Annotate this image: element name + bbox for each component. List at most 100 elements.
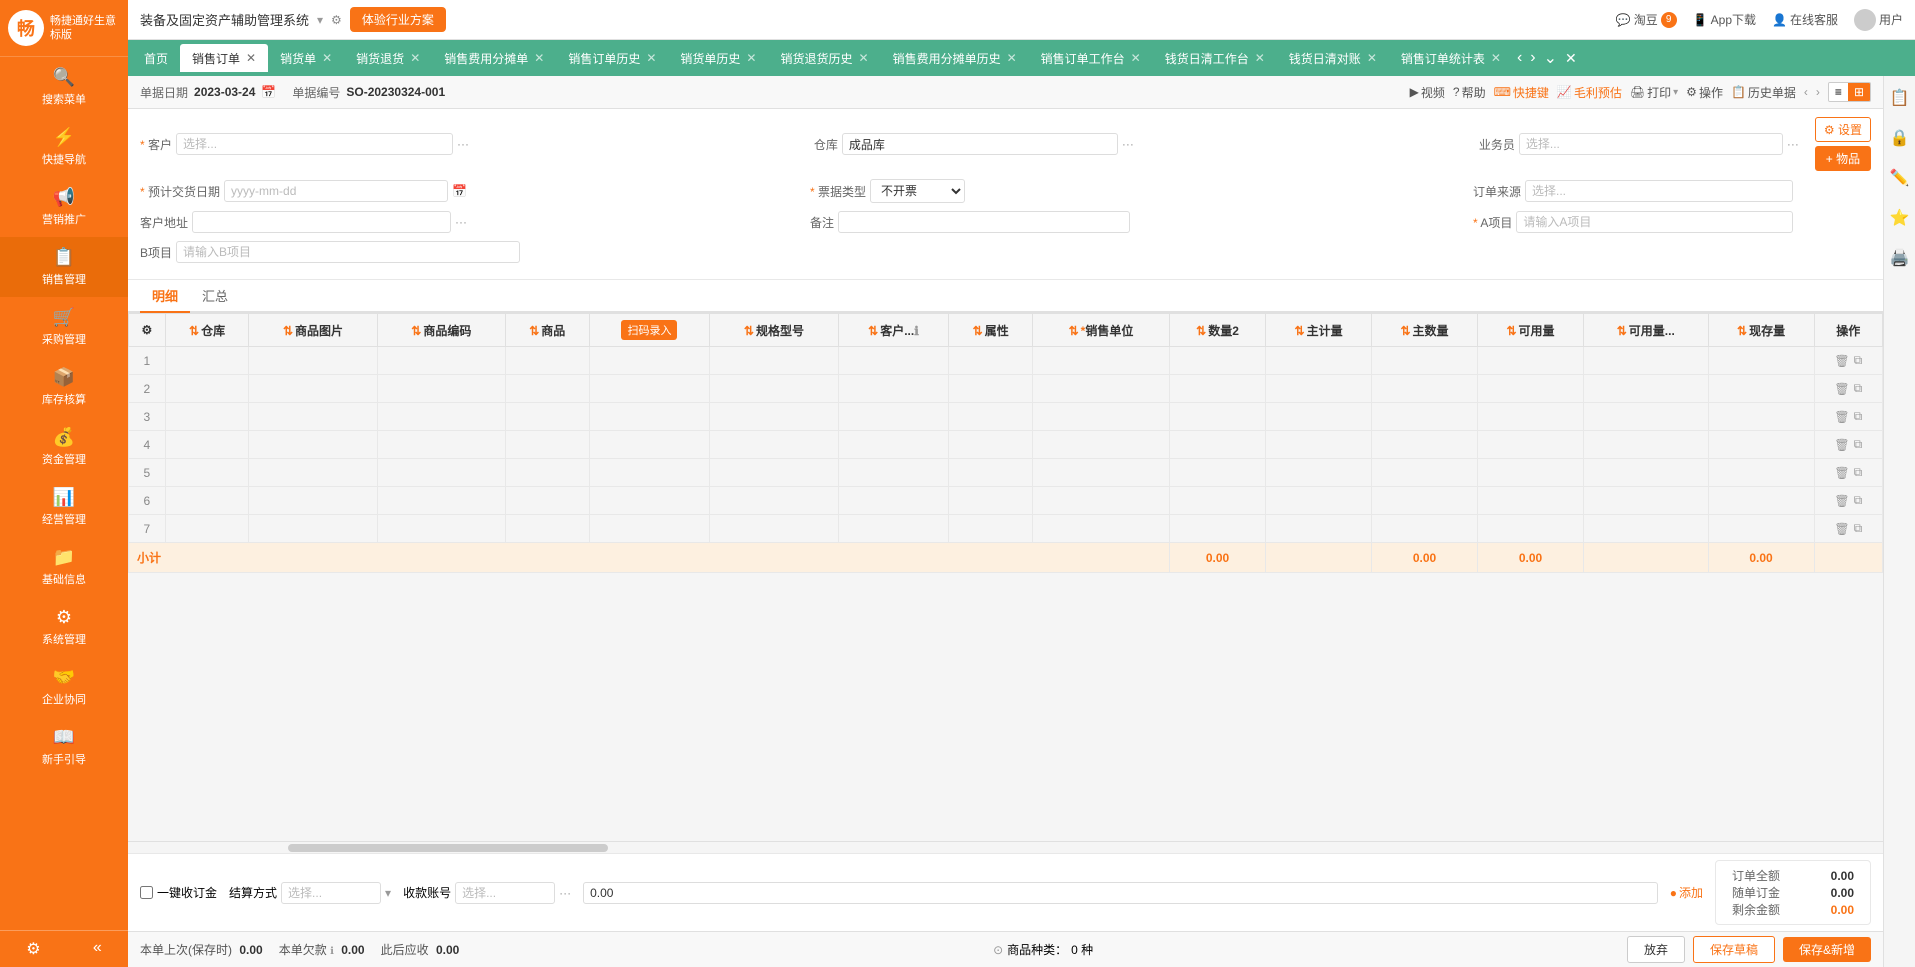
row-product-code[interactable]	[377, 347, 505, 375]
user-btn[interactable]: 用户	[1854, 9, 1903, 31]
discard-button[interactable]: 放弃	[1627, 936, 1685, 963]
tab-close-icon[interactable]: ✕	[746, 51, 756, 65]
row-action[interactable]: 🗑 ⧉	[1814, 347, 1882, 375]
debt-info-icon[interactable]: ℹ	[330, 946, 334, 957]
th-main-unit[interactable]: ⇅主计量	[1266, 314, 1372, 347]
date-picker-icon[interactable]: 📅	[452, 184, 467, 198]
row-product-code[interactable]	[377, 515, 505, 543]
delete-row-icon[interactable]: 🗑	[1834, 354, 1849, 368]
copy-row-icon[interactable]: ⧉	[1854, 437, 1863, 452]
sidebar-collapse-icon[interactable]: «	[93, 939, 102, 959]
row-unit[interactable]	[1033, 515, 1170, 543]
row-available2[interactable]	[1584, 431, 1709, 459]
goods-button[interactable]: + 物品	[1815, 146, 1871, 171]
row-qty2[interactable]	[1169, 459, 1265, 487]
row-scan[interactable]	[589, 431, 710, 459]
row-stock[interactable]	[1708, 347, 1814, 375]
row-qty2[interactable]	[1169, 347, 1265, 375]
tab-close-icon[interactable]: ✕	[1491, 51, 1501, 65]
tab-cash-daily[interactable]: 钱货日清工作台 ✕	[1153, 44, 1277, 72]
row-available[interactable]	[1478, 487, 1584, 515]
tab-sales-fee[interactable]: 销售费用分摊单 ✕	[432, 44, 556, 72]
receipt-amount-input[interactable]	[583, 882, 1658, 904]
tab-nav-next[interactable]: ›	[1526, 49, 1539, 67]
row-main-qty[interactable]	[1372, 431, 1478, 459]
delete-row-icon[interactable]: 🗑	[1834, 494, 1849, 508]
row-unit[interactable]	[1033, 347, 1170, 375]
tab-sales-history[interactable]: 销售订单历史 ✕	[556, 44, 668, 72]
row-main-qty[interactable]	[1372, 375, 1478, 403]
profit-btn[interactable]: 📈 毛利预估	[1557, 84, 1622, 101]
delete-row-icon[interactable]: 🗑	[1834, 466, 1849, 480]
th-main-qty[interactable]: ⇅主数量	[1372, 314, 1478, 347]
customer-input[interactable]	[176, 133, 453, 155]
warehouse-more-icon[interactable]: ···	[1122, 137, 1134, 151]
save-new-button[interactable]: 保存&新增	[1783, 937, 1871, 962]
row-attributes[interactable]	[949, 375, 1033, 403]
row-action[interactable]: 🗑 ⧉	[1814, 431, 1882, 459]
tab-close-icon[interactable]: ✕	[322, 51, 332, 65]
th-product-code[interactable]: ⇅商品编码	[377, 314, 505, 347]
row-unit[interactable]	[1033, 375, 1170, 403]
row-main-unit[interactable]	[1266, 431, 1372, 459]
row-spec[interactable]	[710, 431, 838, 459]
row-available2[interactable]	[1584, 403, 1709, 431]
row-main-unit[interactable]	[1266, 347, 1372, 375]
row-spec[interactable]	[710, 515, 838, 543]
help-btn[interactable]: ? 帮助	[1453, 84, 1486, 101]
row-product[interactable]	[505, 375, 589, 403]
row-warehouse[interactable]	[165, 431, 249, 459]
tab-close-all-icon[interactable]: ✕	[1561, 50, 1581, 67]
salesperson-more-icon[interactable]: ···	[1787, 137, 1799, 151]
sidebar-item-search[interactable]: 🔍 搜索菜单	[0, 57, 128, 117]
scroll-indicator[interactable]	[128, 841, 1883, 853]
history-btn[interactable]: 📋 历史单据	[1731, 84, 1796, 101]
tab-nav-expand[interactable]: ⌄	[1540, 48, 1561, 68]
copy-row-icon[interactable]: ⧉	[1854, 521, 1863, 536]
row-stock[interactable]	[1708, 431, 1814, 459]
row-image[interactable]	[249, 375, 377, 403]
customer-address-input[interactable]	[192, 211, 451, 233]
row-product[interactable]	[505, 347, 589, 375]
online-service-btn[interactable]: 👤 在线客服	[1772, 11, 1838, 28]
sidebar-item-marketing[interactable]: 📢 营销推广	[0, 177, 128, 237]
sidebar-item-finance[interactable]: 💰 资金管理	[0, 417, 128, 477]
delete-row-icon[interactable]: 🗑	[1834, 438, 1849, 452]
row-qty2[interactable]	[1169, 375, 1265, 403]
sidebar-item-operations[interactable]: 📊 经营管理	[0, 477, 128, 537]
tab-close-icon[interactable]: ✕	[1007, 51, 1017, 65]
row-unit[interactable]	[1033, 431, 1170, 459]
row-customer-code[interactable]	[838, 347, 949, 375]
remark-input[interactable]	[838, 211, 1130, 233]
tab-summary[interactable]: 汇总	[190, 280, 240, 313]
row-attributes[interactable]	[949, 347, 1033, 375]
row-product-code[interactable]	[377, 431, 505, 459]
header-nav-next[interactable]: ›	[1816, 85, 1820, 99]
customer-more-icon[interactable]: ···	[457, 137, 469, 151]
row-available[interactable]	[1478, 459, 1584, 487]
row-product-code[interactable]	[377, 375, 505, 403]
row-available[interactable]	[1478, 515, 1584, 543]
row-available2[interactable]	[1584, 347, 1709, 375]
row-available2[interactable]	[1584, 375, 1709, 403]
row-warehouse[interactable]	[165, 515, 249, 543]
row-main-unit[interactable]	[1266, 515, 1372, 543]
row-stock[interactable]	[1708, 515, 1814, 543]
app-download-btn[interactable]: 📱 App下载	[1693, 11, 1756, 28]
delete-row-icon[interactable]: 🗑	[1834, 410, 1849, 424]
row-main-qty[interactable]	[1372, 459, 1478, 487]
row-spec[interactable]	[710, 347, 838, 375]
warehouse-input[interactable]	[842, 133, 1118, 155]
one-click-checkbox-input[interactable]	[140, 886, 153, 899]
row-spec[interactable]	[710, 487, 838, 515]
row-customer-code[interactable]	[838, 431, 949, 459]
row-available[interactable]	[1478, 431, 1584, 459]
row-scan[interactable]	[589, 403, 710, 431]
th-product[interactable]: ⇅商品	[505, 314, 589, 347]
action-btn[interactable]: ⚙ 操作	[1686, 84, 1723, 101]
row-image[interactable]	[249, 431, 377, 459]
row-available[interactable]	[1478, 347, 1584, 375]
row-scan[interactable]	[589, 515, 710, 543]
th-settings[interactable]: ⚙	[129, 314, 166, 347]
tab-detail[interactable]: 明细	[140, 280, 190, 313]
